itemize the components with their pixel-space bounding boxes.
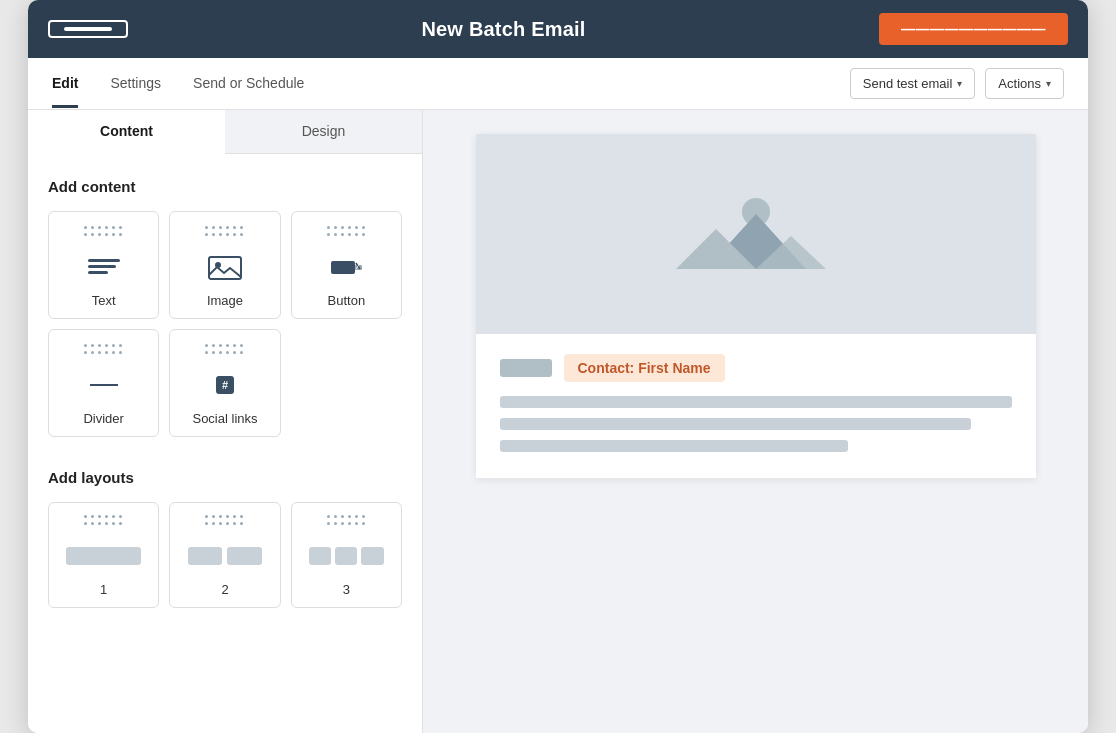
email-name-row: Contact: First Name: [500, 354, 1012, 382]
sidebar-tab-content[interactable]: Content: [28, 110, 225, 154]
text-icon: [84, 249, 124, 285]
header-cta-button[interactable]: ——————————: [879, 13, 1068, 45]
layout-2-label: 2: [221, 582, 228, 597]
divider-icon: [84, 367, 124, 403]
layout-item-2[interactable]: 2: [169, 502, 280, 608]
app-window: New Batch Email —————————— Edit Settings…: [28, 0, 1088, 733]
layout-items-grid: 1 2: [48, 502, 402, 608]
social-item-label: Social links: [192, 411, 257, 426]
dot-grid-icon: [205, 344, 244, 355]
tab-bar: Edit Settings Send or Schedule Send test…: [28, 58, 1088, 110]
button-icon: [326, 249, 366, 285]
dot-grid-icon: [84, 344, 123, 355]
chevron-down-icon: ▾: [957, 78, 962, 89]
dot-grid-icon: [205, 515, 244, 526]
email-frame: Contact: First Name: [476, 134, 1036, 478]
send-test-email-button[interactable]: Send test email ▾: [850, 68, 976, 99]
main: Content Design Add content: [28, 110, 1088, 733]
logo-icon: [64, 27, 112, 31]
canvas: Contact: First Name: [423, 110, 1088, 733]
dot-grid-icon: [84, 226, 123, 237]
layout-3-label: 3: [343, 582, 350, 597]
dot-grid-icon: [327, 226, 366, 237]
tab-settings[interactable]: Settings: [110, 59, 161, 108]
svg-rect-0: [88, 259, 120, 262]
tab-edit[interactable]: Edit: [52, 59, 78, 108]
tab-actions: Send test email ▾ Actions ▾: [850, 68, 1064, 99]
email-line-1: [500, 396, 1012, 408]
dot-grid-icon: [327, 515, 366, 526]
svg-rect-1: [88, 265, 116, 268]
text-item-label: Text: [92, 293, 116, 308]
svg-text:#: #: [222, 379, 228, 391]
add-content-title: Add content: [48, 178, 402, 195]
personalization-tag: Contact: First Name: [564, 354, 725, 382]
page-title: New Batch Email: [421, 18, 585, 41]
sidebar-tabs: Content Design: [28, 110, 422, 154]
layout-1-preview: [57, 538, 150, 574]
name-placeholder: [500, 359, 552, 377]
layout-3-preview: [300, 538, 393, 574]
email-hero-image: [476, 134, 1036, 334]
sidebar-tab-design[interactable]: Design: [225, 110, 422, 153]
sidebar: Content Design Add content: [28, 110, 423, 733]
content-item-divider[interactable]: Divider: [48, 329, 159, 437]
svg-rect-3: [209, 257, 241, 279]
chevron-down-icon: ▾: [1046, 78, 1051, 89]
content-items-grid: Text: [48, 211, 402, 437]
email-line-3: [500, 440, 848, 452]
layout-item-3[interactable]: 3: [291, 502, 402, 608]
svg-rect-2: [88, 271, 108, 274]
layout-1-label: 1: [100, 582, 107, 597]
layout-item-1[interactable]: 1: [48, 502, 159, 608]
email-body: Contact: First Name: [476, 334, 1036, 478]
content-item-text[interactable]: Text: [48, 211, 159, 319]
dot-grid-icon: [84, 515, 123, 526]
svg-rect-5: [331, 261, 355, 274]
layout-2-preview: [178, 538, 271, 574]
image-icon: [205, 249, 245, 285]
divider-item-label: Divider: [83, 411, 123, 426]
content-item-button[interactable]: Button: [291, 211, 402, 319]
content-item-social[interactable]: # Social links: [169, 329, 280, 437]
add-layouts-title: Add layouts: [48, 469, 402, 486]
social-links-icon: #: [205, 367, 245, 403]
sidebar-content: Add content: [28, 154, 422, 733]
content-item-image[interactable]: Image: [169, 211, 280, 319]
hero-placeholder-svg: [676, 174, 836, 294]
image-item-label: Image: [207, 293, 243, 308]
tab-send[interactable]: Send or Schedule: [193, 59, 304, 108]
tabs: Edit Settings Send or Schedule: [52, 59, 850, 108]
button-item-label: Button: [328, 293, 366, 308]
logo-button[interactable]: [48, 20, 128, 38]
email-line-2: [500, 418, 971, 430]
dot-grid-icon: [205, 226, 244, 237]
actions-button[interactable]: Actions ▾: [985, 68, 1064, 99]
header: New Batch Email ——————————: [28, 0, 1088, 58]
